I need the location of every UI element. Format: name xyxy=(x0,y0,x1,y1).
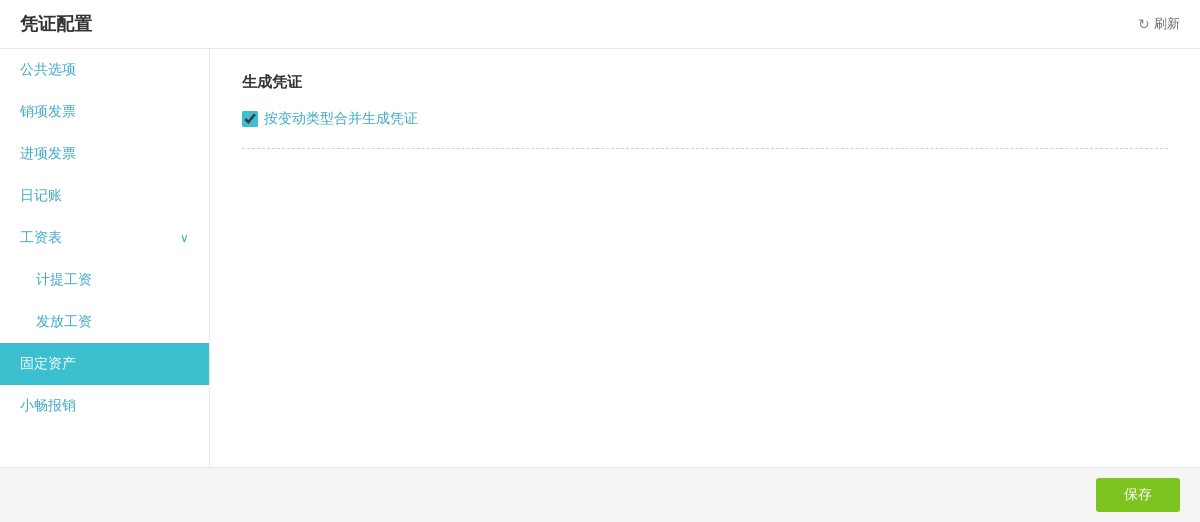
refresh-label: 刷新 xyxy=(1154,15,1180,33)
sidebar-item-journal[interactable]: 日记账 xyxy=(0,175,209,217)
sidebar-item-label: 日记账 xyxy=(20,187,62,205)
sidebar-item-label: 小畅报销 xyxy=(20,397,76,415)
sidebar-item-public[interactable]: 公共选项 xyxy=(0,49,209,91)
sidebar-item-purchase-invoice[interactable]: 进项发票 xyxy=(0,133,209,175)
refresh-button[interactable]: ↻ 刷新 xyxy=(1138,15,1180,33)
sidebar-item-fixed-assets[interactable]: 固定资产 xyxy=(0,343,209,385)
sidebar-item-expense-report[interactable]: 小畅报销 xyxy=(0,385,209,427)
merge-by-type-checkbox[interactable] xyxy=(242,111,258,127)
sidebar-item-label: 销项发票 xyxy=(20,103,76,121)
chevron-down-icon: ∨ xyxy=(180,231,189,245)
sidebar-item-payroll-table[interactable]: 工资表 ∨ xyxy=(0,217,209,259)
sidebar-item-commission[interactable]: 计提工资 xyxy=(0,259,209,301)
merge-by-type-checkbox-wrapper[interactable]: 按变动类型合并生成凭证 xyxy=(242,110,418,128)
sidebar-item-label: 固定资产 xyxy=(20,355,76,373)
sidebar-item-label: 公共选项 xyxy=(20,61,76,79)
sidebar-item-label: 发放工资 xyxy=(36,313,92,331)
merge-by-type-label: 按变动类型合并生成凭证 xyxy=(264,110,418,128)
page-header: 凭证配置 ↻ 刷新 xyxy=(0,0,1200,49)
section-divider xyxy=(242,148,1168,149)
sidebar-item-label: 进项发票 xyxy=(20,145,76,163)
save-button[interactable]: 保存 xyxy=(1096,478,1180,512)
sidebar: 公共选项 销项发票 进项发票 日记账 工资表 ∨ 计提工资 发放工资 固定资产 … xyxy=(0,49,210,467)
section-title: 生成凭证 xyxy=(242,73,1168,92)
sidebar-item-sales-invoice[interactable]: 销项发票 xyxy=(0,91,209,133)
content-area: 生成凭证 按变动类型合并生成凭证 xyxy=(210,49,1200,467)
sidebar-item-label: 工资表 xyxy=(20,229,62,247)
sidebar-item-pay-salary[interactable]: 发放工资 xyxy=(0,301,209,343)
checkbox-row: 按变动类型合并生成凭证 xyxy=(242,110,1168,128)
main-container: 公共选项 销项发票 进项发票 日记账 工资表 ∨ 计提工资 发放工资 固定资产 … xyxy=(0,49,1200,467)
sidebar-item-label: 计提工资 xyxy=(36,271,92,289)
page-title: 凭证配置 xyxy=(20,12,92,36)
refresh-icon: ↻ xyxy=(1138,16,1150,32)
page-footer: 保存 xyxy=(0,467,1200,522)
